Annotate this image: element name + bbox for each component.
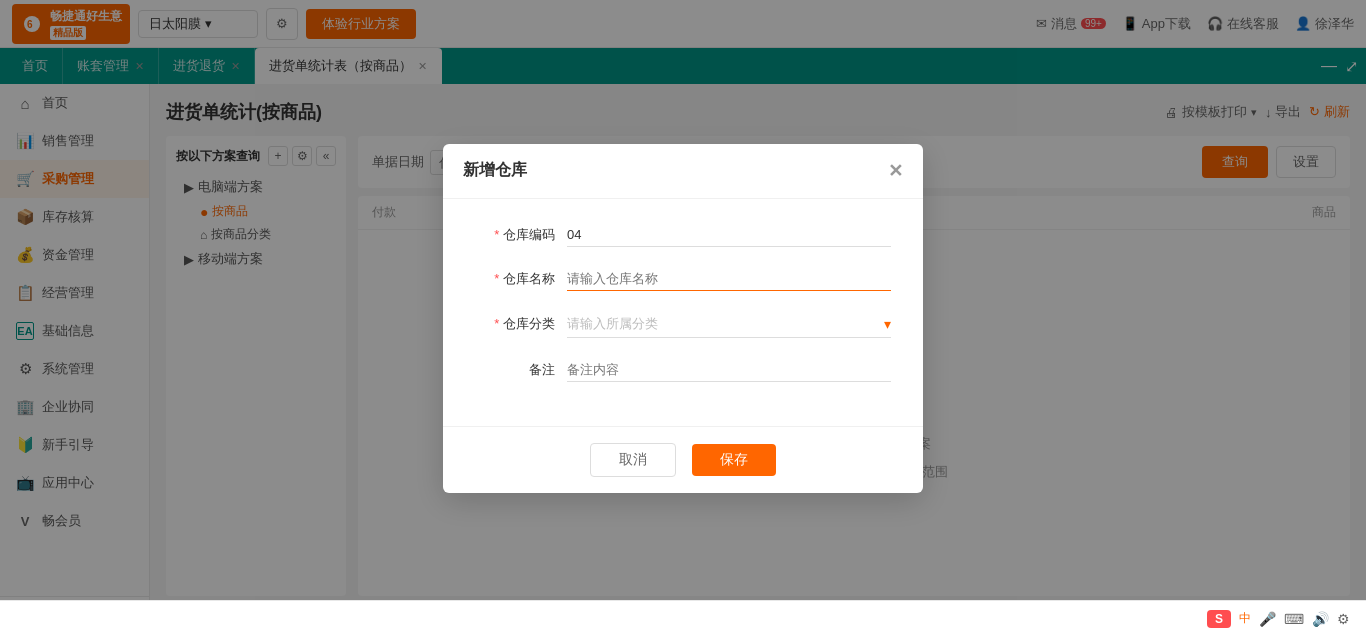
cancel-button[interactable]: 取消 [590, 443, 676, 477]
modal-header: 新增仓库 ✕ [443, 144, 923, 199]
code-label: * 仓库编码 [475, 226, 555, 244]
warehouse-name-input[interactable] [567, 267, 891, 291]
warehouse-code-input[interactable] [567, 223, 891, 247]
category-required-star: * [494, 316, 499, 331]
save-button[interactable]: 保存 [692, 444, 776, 476]
name-label-text: 仓库名称 [503, 271, 555, 286]
modal-overlay: 新增仓库 ✕ * 仓库编码 * 仓库名称 [0, 0, 1366, 636]
form-row-note: 备注 [475, 358, 891, 382]
name-label: * 仓库名称 [475, 270, 555, 288]
settings-tray-icon[interactable]: ⚙ [1337, 611, 1350, 627]
category-arrow-icon: ▾ [884, 316, 891, 332]
form-row-name: * 仓库名称 [475, 267, 891, 291]
bottom-right-icons: S 中 🎤 ⌨ 🔊 ⚙ [1207, 610, 1350, 628]
keyboard-icon[interactable]: ⌨ [1284, 611, 1304, 627]
mic-icon[interactable]: 🎤 [1259, 611, 1276, 627]
modal-title: 新增仓库 [463, 160, 527, 181]
bottom-statusbar: S 中 🎤 ⌨ 🔊 ⚙ [0, 600, 1366, 636]
modal-close-button[interactable]: ✕ [888, 160, 903, 182]
name-required-star: * [494, 271, 499, 286]
form-row-category: * 仓库分类 请输入所属分类 ▾ [475, 311, 891, 338]
category-select[interactable]: 请输入所属分类 ▾ [567, 311, 891, 338]
category-placeholder: 请输入所属分类 [567, 315, 658, 333]
note-label-text: 备注 [529, 362, 555, 377]
form-row-code: * 仓库编码 [475, 223, 891, 247]
modal-footer: 取消 保存 [443, 426, 923, 493]
note-label: 备注 [475, 361, 555, 379]
code-required-star: * [494, 227, 499, 242]
chinese-label: 中 [1239, 610, 1251, 627]
category-label-text: 仓库分类 [503, 316, 555, 331]
category-label: * 仓库分类 [475, 315, 555, 333]
code-label-text: 仓库编码 [503, 227, 555, 242]
modal-body: * 仓库编码 * 仓库名称 * 仓库分类 请输入所属 [443, 199, 923, 426]
note-input[interactable] [567, 358, 891, 382]
add-warehouse-modal: 新增仓库 ✕ * 仓库编码 * 仓库名称 [443, 144, 923, 493]
volume-icon[interactable]: 🔊 [1312, 611, 1329, 627]
sss-logo: S [1207, 610, 1231, 628]
